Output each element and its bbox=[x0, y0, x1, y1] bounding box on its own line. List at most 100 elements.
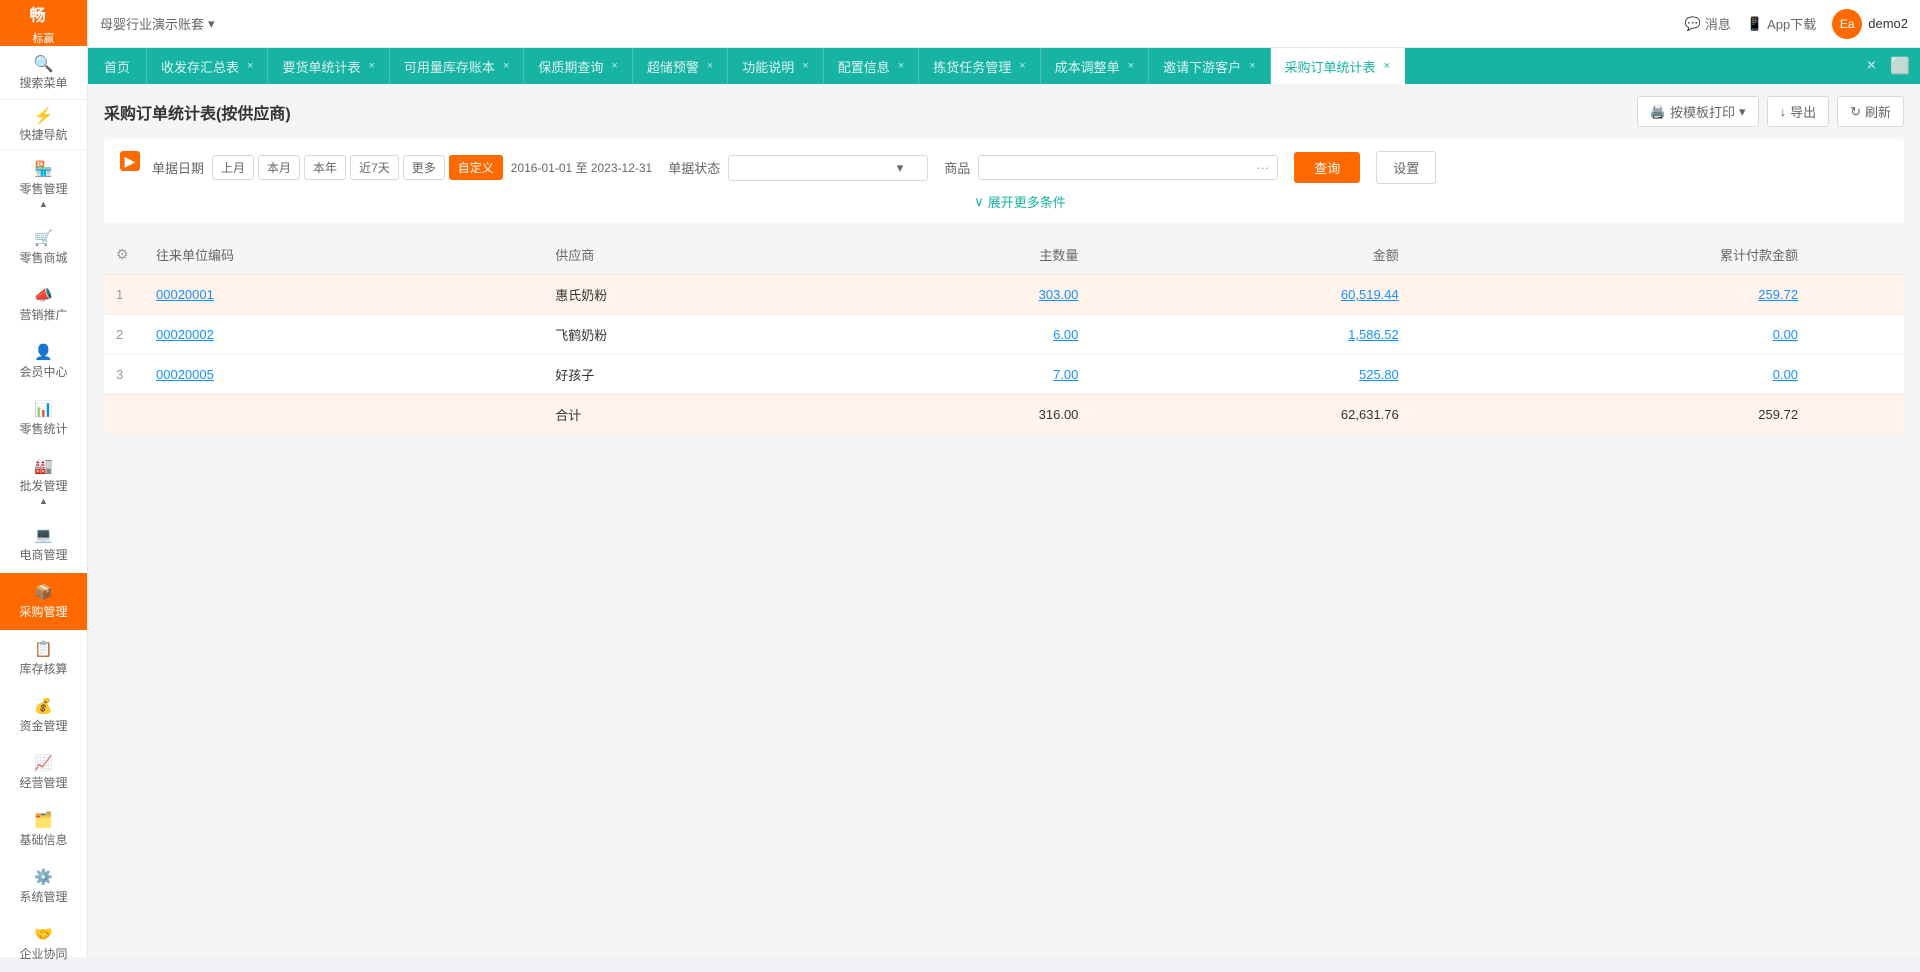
btn-this-year[interactable]: 本年 bbox=[304, 155, 346, 180]
sidebar-item-quicknav[interactable]: ⚡ 快捷导航 bbox=[0, 100, 87, 150]
tab-invite-downstream-label: 邀请下游客户 bbox=[1163, 57, 1241, 76]
sidebar-item-operations[interactable]: 📈 经营管理 bbox=[0, 744, 87, 801]
tab-cost-adjust[interactable]: 成本调整单 × bbox=[1041, 48, 1149, 84]
tab-purchase-order-stats[interactable]: 采购订单统计表 × bbox=[1271, 48, 1405, 84]
table-header-row: ⚙ 往来单位编码 供应商 主数量 bbox=[104, 235, 1904, 275]
row3-amount-link[interactable]: 525.80 bbox=[1359, 367, 1399, 382]
tab-config[interactable]: 配置信息 × bbox=[824, 48, 919, 84]
close-window-button[interactable]: × bbox=[1861, 53, 1882, 79]
tab-overstock-warning[interactable]: 超储预警 × bbox=[633, 48, 728, 84]
query-button[interactable]: 查询 bbox=[1294, 152, 1360, 183]
settings-button[interactable]: 设置 bbox=[1376, 151, 1436, 184]
sidebar-item-search[interactable]: 🔍 搜索菜单 bbox=[0, 46, 87, 100]
sidebar-item-enterprise[interactable]: 🤝 企业协同 bbox=[0, 915, 87, 972]
template-print-label: 按模板打印 bbox=[1670, 102, 1735, 121]
tab-pick-task[interactable]: 拣货任务管理 × bbox=[919, 48, 1040, 84]
row2-index: 2 bbox=[104, 315, 144, 355]
page-actions: 🖨️ 按模板打印 ▾ ↓ 导出 ↻ 刷新 bbox=[1637, 96, 1904, 127]
tab-function-desc[interactable]: 功能说明 × bbox=[728, 48, 823, 84]
row1-qty-link[interactable]: 303.00 bbox=[1039, 287, 1079, 302]
column-settings-icon[interactable]: ⚙ bbox=[116, 246, 129, 262]
filter-toggle-arrow[interactable]: ▶ bbox=[120, 151, 140, 171]
footer-amount: 62,631.76 bbox=[1090, 395, 1410, 435]
expand-icon: ∨ bbox=[974, 194, 984, 210]
app-download-button[interactable]: 📱 App下载 bbox=[1747, 14, 1816, 33]
row1-paid-link[interactable]: 259.72 bbox=[1758, 287, 1798, 302]
workspace-selector[interactable]: 母婴行业演示账套 ▾ bbox=[100, 14, 215, 33]
topbar: 母婴行业演示账套 ▾ 💬 消息 📱 App下载 Ea demo2 bbox=[88, 0, 1920, 48]
sidebar-item-retail-mgmt[interactable]: 🏪 零售管理 ▲ bbox=[0, 150, 87, 219]
tab-home[interactable]: 首页 bbox=[88, 48, 147, 84]
export-button[interactable]: ↓ 导出 bbox=[1767, 96, 1830, 127]
sidebar-item-retail-mall[interactable]: 🛒 零售商城 bbox=[0, 219, 87, 276]
status-filter: 单据状态 ▾ bbox=[668, 155, 928, 181]
date-filter: 单据日期 上月 本月 本年 近7天 更多 自定义 2016-01-01 至 20… bbox=[152, 155, 652, 180]
tab-available-inventory-close[interactable]: × bbox=[503, 60, 509, 72]
tab-shelf-life[interactable]: 保质期查询 × bbox=[524, 48, 632, 84]
footer-empty2 bbox=[144, 395, 543, 435]
export-label: 导出 bbox=[1790, 102, 1816, 121]
refresh-button[interactable]: ↻ 刷新 bbox=[1837, 96, 1904, 127]
tab-order-stats-close[interactable]: × bbox=[368, 60, 374, 72]
goods-label: 商品 bbox=[944, 158, 970, 177]
row1-index: 1 bbox=[104, 275, 144, 315]
tab-pick-task-close[interactable]: × bbox=[1019, 60, 1025, 72]
row3-code-link[interactable]: 00020005 bbox=[156, 367, 214, 382]
expand-more-button[interactable]: ∨ 展开更多条件 bbox=[152, 192, 1888, 211]
message-button[interactable]: 💬 消息 bbox=[1685, 14, 1731, 33]
row2-qty: 6.00 bbox=[841, 315, 1091, 355]
user-profile[interactable]: Ea demo2 bbox=[1832, 9, 1908, 39]
tab-recv-send-close[interactable]: × bbox=[247, 60, 253, 72]
row1-qty: 303.00 bbox=[841, 275, 1091, 315]
goods-input[interactable]: ··· bbox=[978, 155, 1278, 180]
sidebar-item-sys-mgmt[interactable]: ⚙️ 系统管理 bbox=[0, 858, 87, 915]
tab-config-close[interactable]: × bbox=[898, 60, 904, 72]
tab-available-inventory[interactable]: 可用量库存账本 × bbox=[390, 48, 524, 84]
status-select[interactable]: ▾ bbox=[728, 155, 928, 181]
template-print-arrow: ▾ bbox=[1739, 104, 1746, 120]
row2-paid: 0.00 bbox=[1411, 315, 1810, 355]
tab-purchase-order-stats-close[interactable]: × bbox=[1384, 60, 1390, 72]
topbar-left: 母婴行业演示账套 ▾ bbox=[100, 14, 215, 33]
sidebar-enterprise-label: 企业协同 bbox=[19, 945, 67, 962]
tab-order-stats[interactable]: 要货单统计表 × bbox=[268, 48, 389, 84]
btn-this-month[interactable]: 本月 bbox=[258, 155, 300, 180]
tab-shelf-life-close[interactable]: × bbox=[611, 60, 617, 72]
tab-function-desc-close[interactable]: × bbox=[802, 60, 808, 72]
sidebar-ecommerce-label: 电商管理 bbox=[19, 546, 67, 563]
sidebar-item-ecommerce[interactable]: 💻 电商管理 bbox=[0, 516, 87, 573]
tab-cost-adjust-close[interactable]: × bbox=[1128, 60, 1134, 72]
sidebar-item-finance[interactable]: 💰 资金管理 bbox=[0, 687, 87, 744]
btn-more-date[interactable]: 更多 bbox=[403, 155, 445, 180]
row2-qty-link[interactable]: 6.00 bbox=[1053, 327, 1078, 342]
sidebar-item-members[interactable]: 👤 会员中心 bbox=[0, 333, 87, 390]
main-content: 母婴行业演示账套 ▾ 💬 消息 📱 App下载 Ea demo2 首页 收发存汇… bbox=[88, 0, 1920, 957]
tab-invite-downstream[interactable]: 邀请下游客户 × bbox=[1149, 48, 1270, 84]
footer-empty1 bbox=[104, 395, 144, 435]
tab-recv-send-summary[interactable]: 收发存汇总表 × bbox=[147, 48, 268, 84]
sidebar-item-inventory[interactable]: 📋 库存核算 bbox=[0, 630, 87, 687]
restore-window-button[interactable]: ⬜ bbox=[1884, 52, 1916, 80]
row2-paid-link[interactable]: 0.00 bbox=[1773, 327, 1798, 342]
btn-custom-date[interactable]: 自定义 bbox=[449, 155, 503, 180]
row1-code-link[interactable]: 00020001 bbox=[156, 287, 214, 302]
col-qty-header: 主数量 bbox=[841, 235, 1091, 275]
tab-invite-downstream-close[interactable]: × bbox=[1249, 60, 1255, 72]
btn-last-month[interactable]: 上月 bbox=[212, 155, 254, 180]
sidebar-item-basic-info[interactable]: 🗂️ 基础信息 bbox=[0, 801, 87, 858]
sidebar-item-marketing[interactable]: 📣 营销推广 bbox=[0, 276, 87, 333]
sidebar-item-wholesale[interactable]: 🏭 批发管理 ▲ bbox=[0, 447, 87, 516]
row2-amount-link[interactable]: 1,586.52 bbox=[1348, 327, 1399, 342]
row1-amount-link[interactable]: 60,519.44 bbox=[1341, 287, 1399, 302]
row3-qty-link[interactable]: 7.00 bbox=[1053, 367, 1078, 382]
tab-shelf-life-label: 保质期查询 bbox=[538, 57, 603, 76]
tab-overstock-warning-close[interactable]: × bbox=[707, 60, 713, 72]
sidebar-item-purchase[interactable]: 📦 采购管理 bbox=[0, 573, 87, 630]
sidebar-item-retail-stats[interactable]: 📊 零售统计 bbox=[0, 390, 87, 447]
template-print-button[interactable]: 🖨️ 按模板打印 ▾ bbox=[1637, 96, 1759, 127]
row3-paid-link[interactable]: 0.00 bbox=[1773, 367, 1798, 382]
btn-last7[interactable]: 近7天 bbox=[350, 155, 399, 180]
app-logo: 畅 标赢 bbox=[0, 0, 87, 46]
tab-pick-task-label: 拣货任务管理 bbox=[933, 57, 1011, 76]
row2-code-link[interactable]: 00020002 bbox=[156, 327, 214, 342]
